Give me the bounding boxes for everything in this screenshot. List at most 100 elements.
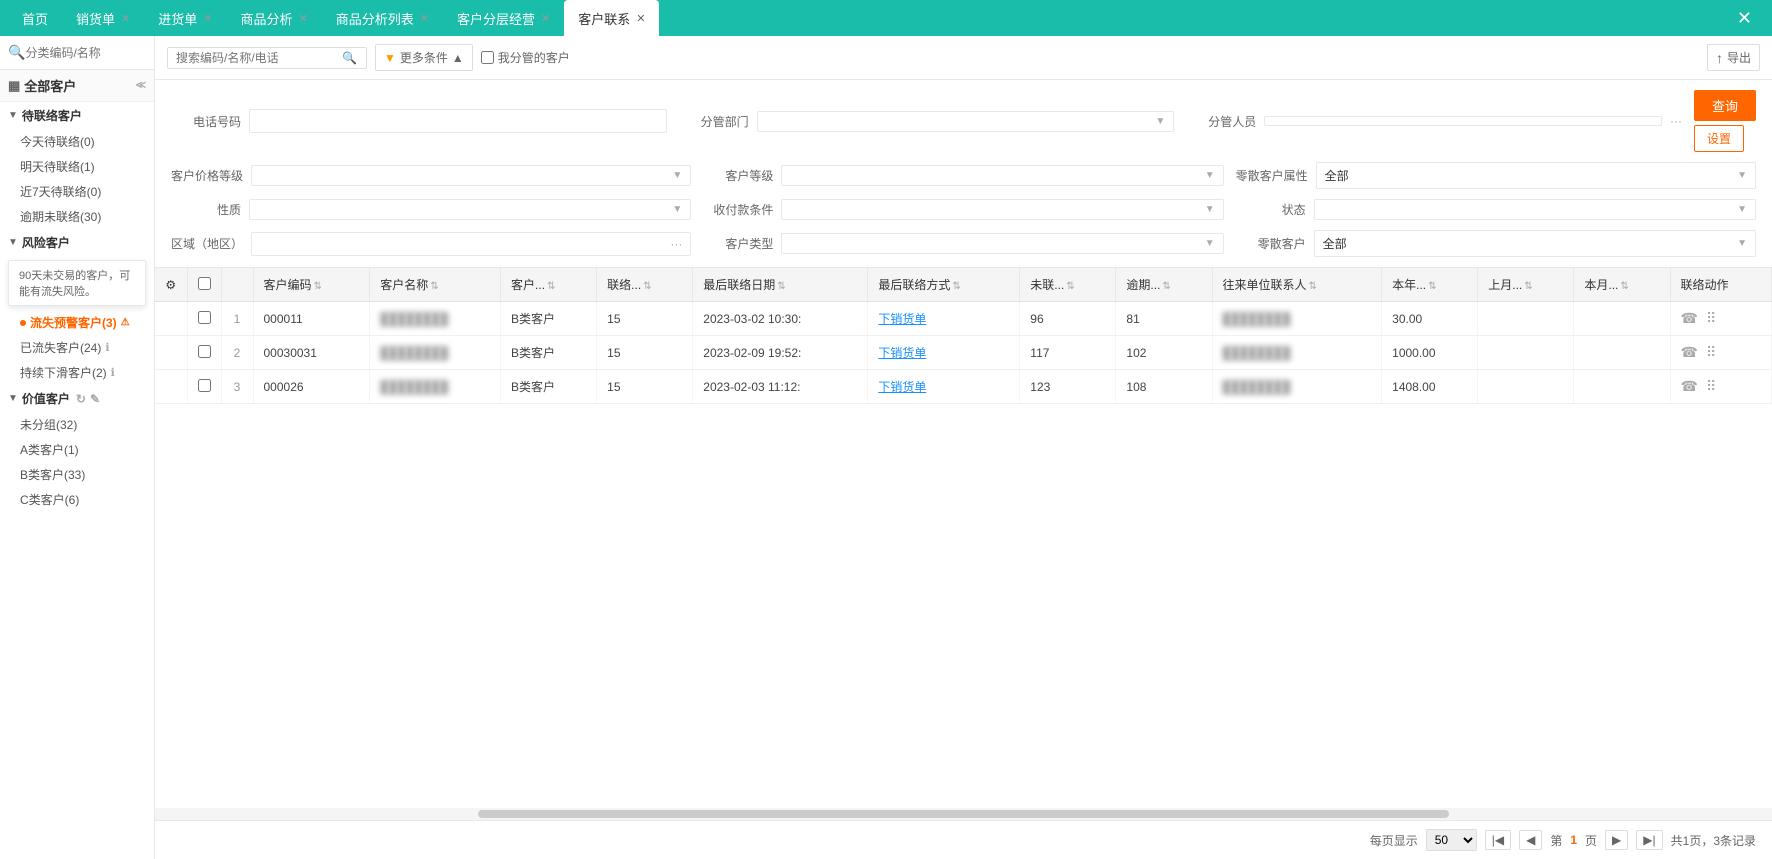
th-check[interactable] bbox=[187, 268, 221, 302]
row-last-method[interactable]: 下销货单 bbox=[868, 370, 1020, 404]
last-method-link[interactable]: 下销货单 bbox=[878, 380, 926, 394]
person-more-icon[interactable]: ··· bbox=[1670, 114, 1682, 128]
region-select[interactable]: ··· bbox=[251, 232, 691, 256]
price-level-select[interactable]: ▼ bbox=[251, 165, 691, 186]
row-checkbox[interactable] bbox=[198, 311, 211, 324]
more-conditions-button[interactable]: ▼ 更多条件 ▲ bbox=[375, 44, 473, 71]
tab-sales[interactable]: 销货单 ✕ bbox=[62, 0, 144, 36]
th-contact-count[interactable]: 联络...⇅ bbox=[597, 268, 693, 302]
sort-icon-name: ⇅ bbox=[430, 281, 438, 292]
row-check[interactable] bbox=[187, 370, 221, 404]
my-customers-checkbox[interactable] bbox=[481, 51, 494, 64]
level-select[interactable]: ▼ bbox=[781, 165, 1223, 186]
region-more-icon[interactable]: ··· bbox=[670, 237, 682, 251]
sidebar-section-pending-title[interactable]: ▼ 待联络客户 bbox=[0, 102, 154, 129]
sidebar-collapse-icon[interactable]: ≪ bbox=[136, 80, 146, 91]
sidebar-item-a-class[interactable]: A类客户(1) bbox=[0, 437, 154, 462]
th-settings[interactable]: ⚙ bbox=[155, 268, 187, 302]
th-contact-person[interactable]: 往来单位联系人⇅ bbox=[1212, 268, 1382, 302]
tab-sales-close[interactable]: ✕ bbox=[121, 12, 130, 25]
sidebar-item-today[interactable]: 今天待联络(0) bbox=[0, 129, 154, 154]
contact-action-icon[interactable]: ☎ bbox=[1681, 344, 1698, 361]
last-page-button[interactable]: ▶| bbox=[1636, 830, 1662, 850]
nature-select[interactable]: ▼ bbox=[249, 199, 691, 220]
th-code[interactable]: 客户编码⇅ bbox=[253, 268, 370, 302]
query-button[interactable]: 查询 bbox=[1694, 90, 1756, 121]
per-page-select[interactable]: 50 100 200 bbox=[1426, 829, 1477, 851]
sidebar-item-overdue[interactable]: 逾期未联络(30) bbox=[0, 204, 154, 229]
sidebar-all-customers[interactable]: ▦ 全部客户 ≪ bbox=[0, 70, 154, 102]
customer-type-select[interactable]: ▼ bbox=[781, 233, 1223, 254]
row-last-method[interactable]: 下销货单 bbox=[868, 302, 1020, 336]
tab-product-analysis-close[interactable]: ✕ bbox=[299, 12, 308, 25]
tab-product-analysis-list[interactable]: 商品分析列表 ✕ bbox=[322, 0, 443, 36]
table-scroll-bar[interactable] bbox=[155, 808, 1772, 820]
row-check[interactable] bbox=[187, 302, 221, 336]
main-search-icon[interactable]: 🔍 bbox=[342, 51, 357, 65]
export-button[interactable]: ↑ 导出 bbox=[1707, 44, 1760, 71]
nature-label: 性质 bbox=[171, 201, 241, 218]
prev-page-button[interactable]: ◀ bbox=[1519, 830, 1542, 850]
th-this-month[interactable]: 本月...⇅ bbox=[1574, 268, 1670, 302]
info-icon-1: ℹ bbox=[105, 341, 109, 354]
tab-product-analysis[interactable]: 商品分析 ✕ bbox=[226, 0, 321, 36]
zero-customer-select[interactable]: 全部 ▼ bbox=[1314, 230, 1756, 257]
tab-purchase[interactable]: 进货单 ✕ bbox=[144, 0, 226, 36]
row-check[interactable] bbox=[187, 336, 221, 370]
next-page-button[interactable]: ▶ bbox=[1605, 830, 1628, 850]
contact-action-icon[interactable]: ☎ bbox=[1681, 310, 1698, 327]
th-type[interactable]: 客户...⇅ bbox=[501, 268, 597, 302]
tab-customer-tier[interactable]: 客户分层经营 ✕ bbox=[443, 0, 564, 36]
sidebar-item-ungroup[interactable]: 未分组(32) bbox=[0, 412, 154, 437]
sidebar-section-value-title[interactable]: ▼ 价值客户 ↻ ✎ bbox=[0, 385, 154, 412]
more-action-icon[interactable]: ⠿ bbox=[1706, 310, 1716, 327]
sidebar-section-risk-title[interactable]: ▼ 风险客户 bbox=[0, 229, 154, 256]
sidebar-item-b-class[interactable]: B类客户(33) bbox=[0, 462, 154, 487]
tab-customer-contact-close[interactable]: ✕ bbox=[636, 12, 645, 25]
tab-customer-contact[interactable]: 客户联系 ✕ bbox=[564, 0, 659, 36]
th-last-month[interactable]: 上月...⇅ bbox=[1478, 268, 1574, 302]
th-last-method[interactable]: 最后联络方式⇅ bbox=[868, 268, 1020, 302]
sidebar-item-declining[interactable]: 持续下滑客户(2) ℹ bbox=[0, 360, 154, 385]
zero-attr-select[interactable]: 全部 ▼ bbox=[1316, 162, 1756, 189]
sidebar-item-churn-warning[interactable]: 流失预警客户(3) ⚠ bbox=[0, 310, 154, 335]
more-action-icon[interactable]: ⠿ bbox=[1706, 344, 1716, 361]
refresh-icon[interactable]: ↻ bbox=[76, 392, 86, 406]
th-this-year[interactable]: 本年...⇅ bbox=[1382, 268, 1478, 302]
table-scroll-thumb[interactable] bbox=[478, 810, 1448, 818]
tab-product-analysis-list-close[interactable]: ✕ bbox=[420, 12, 429, 25]
last-method-link[interactable]: 下销货单 bbox=[878, 312, 926, 326]
th-last-date[interactable]: 最后联络日期⇅ bbox=[693, 268, 868, 302]
person-select[interactable] bbox=[1264, 116, 1662, 126]
my-customers-filter[interactable]: 我分管的客户 bbox=[481, 49, 570, 66]
sidebar-item-churned[interactable]: 已流失客户(24) ℹ bbox=[0, 335, 154, 360]
row-checkbox[interactable] bbox=[198, 345, 211, 358]
sidebar-search-input[interactable] bbox=[25, 46, 155, 60]
close-all-button[interactable]: ✕ bbox=[1725, 8, 1764, 29]
sidebar-item-7days[interactable]: 近7天待联络(0) bbox=[0, 179, 154, 204]
more-action-icon[interactable]: ⠿ bbox=[1706, 378, 1716, 395]
last-method-link[interactable]: 下销货单 bbox=[878, 346, 926, 360]
tab-purchase-close[interactable]: ✕ bbox=[203, 12, 212, 25]
payment-select[interactable]: ▼ bbox=[781, 199, 1223, 220]
tab-customer-tier-close[interactable]: ✕ bbox=[541, 12, 550, 25]
tab-home[interactable]: 首页 bbox=[8, 0, 62, 36]
first-page-button[interactable]: |◀ bbox=[1485, 830, 1511, 850]
edit-icon[interactable]: ✎ bbox=[90, 392, 100, 406]
settings-button[interactable]: 设置 bbox=[1694, 125, 1744, 152]
th-name[interactable]: 客户名称⇅ bbox=[370, 268, 501, 302]
phone-input[interactable] bbox=[249, 109, 667, 133]
contact-action-icon[interactable]: ☎ bbox=[1681, 378, 1698, 395]
main-search-input[interactable] bbox=[176, 51, 336, 65]
th-not-contacted[interactable]: 未联...⇅ bbox=[1020, 268, 1116, 302]
th-overdue[interactable]: 逾期...⇅ bbox=[1116, 268, 1212, 302]
row-last-method[interactable]: 下销货单 bbox=[868, 336, 1020, 370]
row-checkbox[interactable] bbox=[198, 379, 211, 392]
select-all-checkbox[interactable] bbox=[198, 277, 211, 290]
tab-customer-contact-label: 客户联系 bbox=[578, 9, 630, 28]
status-select[interactable]: ▼ bbox=[1314, 199, 1756, 220]
zero-attr-value: 全部 bbox=[1325, 167, 1349, 184]
sidebar-item-tomorrow[interactable]: 明天待联络(1) bbox=[0, 154, 154, 179]
dept-select[interactable]: ▼ bbox=[757, 111, 1175, 132]
sidebar-item-c-class[interactable]: C类客户(6) bbox=[0, 487, 154, 512]
